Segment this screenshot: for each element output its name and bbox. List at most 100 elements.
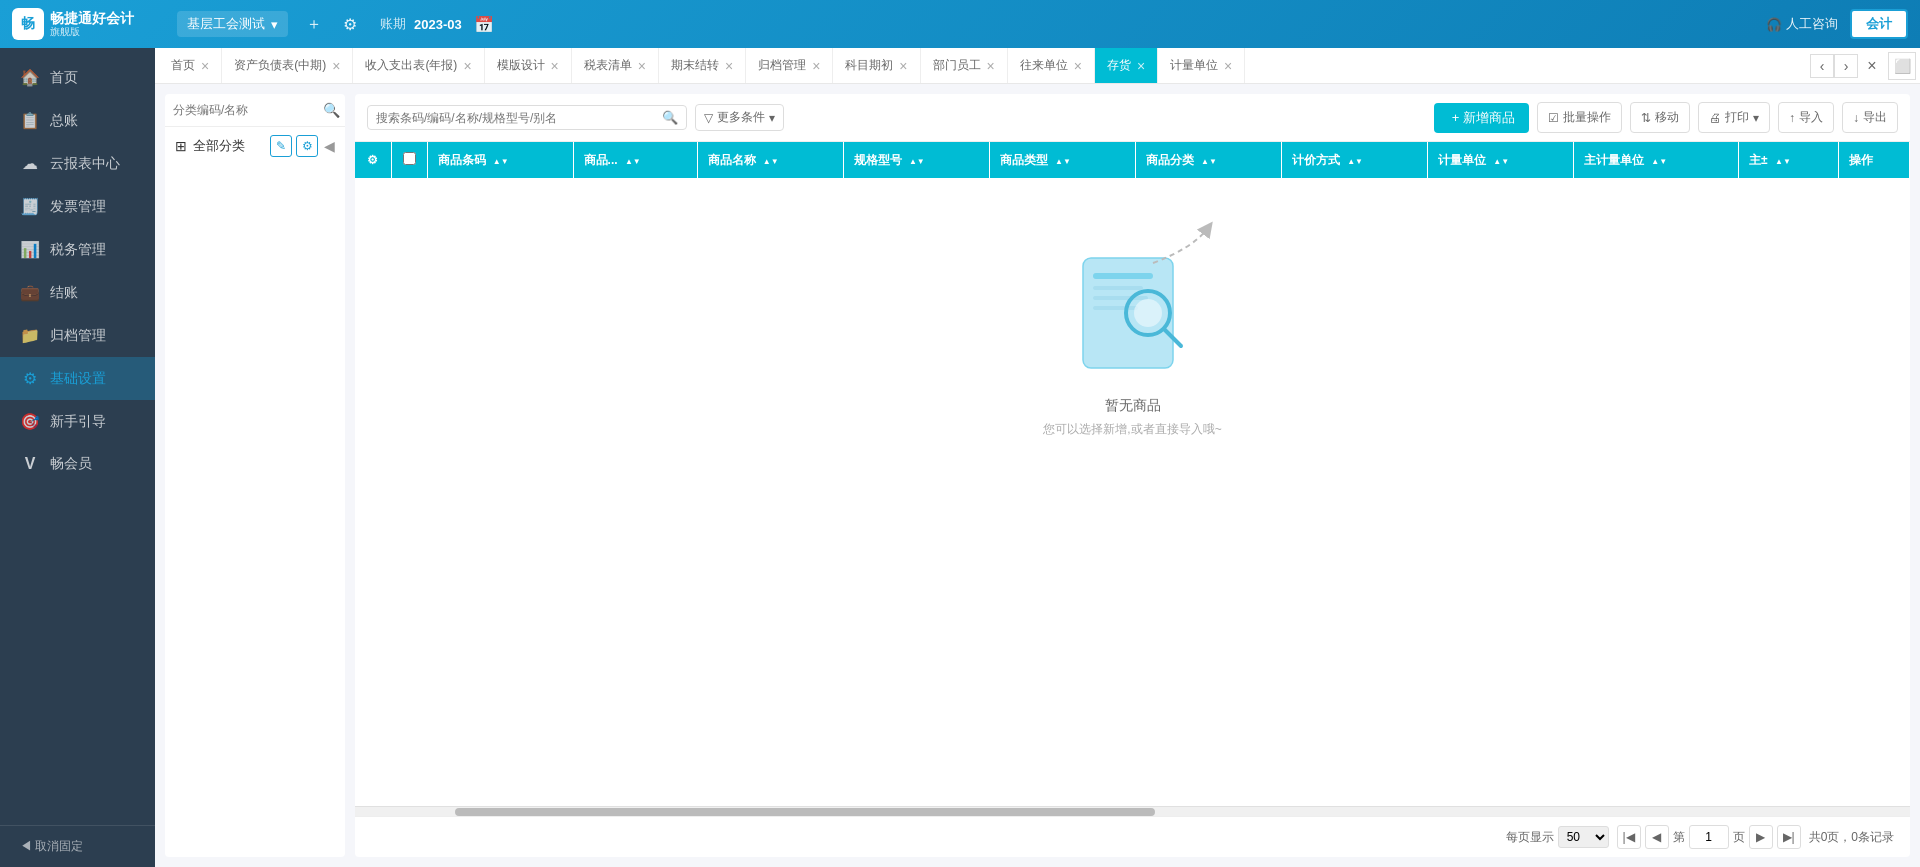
col-label: 主± — [1749, 153, 1768, 167]
sort-icon: ▲▼ — [1347, 157, 1363, 166]
select-all-checkbox[interactable] — [403, 152, 416, 165]
settings-button[interactable]: ⚙ — [336, 10, 364, 38]
col-barcode[interactable]: 商品条码 ▲▼ — [427, 142, 573, 178]
tab-close-icon[interactable]: × — [899, 58, 907, 74]
col-main-plus[interactable]: 主± ▲▼ — [1739, 142, 1838, 178]
tab-subject[interactable]: 科目期初 × — [833, 48, 920, 84]
category-search-input[interactable] — [173, 103, 323, 117]
sidebar-item-home[interactable]: 🏠 首页 — [0, 56, 155, 99]
sidebar-footer: ◀ 取消固定 — [0, 825, 155, 867]
more-filters-button[interactable]: ▽ 更多条件 ▾ — [695, 104, 784, 131]
col-price-method[interactable]: 计价方式 ▲▼ — [1281, 142, 1427, 178]
scroll-thumb[interactable] — [455, 808, 1155, 816]
move-button[interactable]: ⇅ 移动 — [1630, 102, 1690, 133]
col-label: 商品名称 — [708, 153, 756, 167]
tab-inventory[interactable]: 存货 × — [1095, 48, 1158, 84]
category-search-icon[interactable]: 🔍 — [323, 102, 340, 118]
tab-tax-list[interactable]: 税表清单 × — [572, 48, 659, 84]
tab-period-end[interactable]: 期末结转 × — [659, 48, 746, 84]
sidebar-item-cloud-report[interactable]: ☁ 云报表中心 — [0, 142, 155, 185]
page-nav: |◀ ◀ 第 页 ▶ ▶| — [1617, 825, 1801, 849]
page-number-input[interactable] — [1689, 825, 1729, 849]
category-settings-button[interactable]: ⚙ — [296, 135, 318, 157]
table-settings-column[interactable]: ⚙ — [355, 142, 391, 178]
tab-close-icon[interactable]: × — [201, 58, 209, 74]
col-label: 商品类型 — [1000, 153, 1048, 167]
logo-sub: 旗舰版 — [50, 26, 134, 38]
calendar-icon[interactable]: 📅 — [470, 10, 498, 38]
col-code[interactable]: 商品... ▲▼ — [573, 142, 697, 178]
tab-close-icon[interactable]: × — [812, 58, 820, 74]
tab-template[interactable]: 模版设计 × — [485, 48, 572, 84]
unfix-button[interactable]: ◀ 取消固定 — [20, 838, 135, 855]
product-search-input[interactable] — [376, 111, 658, 125]
sort-icon: ▲▼ — [1201, 157, 1217, 166]
move-icon: ⇅ — [1641, 111, 1651, 125]
sidebar-item-invoice[interactable]: 🧾 发票管理 — [0, 185, 155, 228]
tab-dept[interactable]: 部门员工 × — [921, 48, 1008, 84]
tab-income[interactable]: 收入支出表(年报) × — [353, 48, 484, 84]
print-label: 打印 — [1725, 109, 1749, 126]
table-checkbox-column[interactable] — [391, 142, 427, 178]
tab-close-icon[interactable]: × — [1137, 58, 1145, 74]
add-product-button[interactable]: + 新增商品 — [1434, 103, 1529, 133]
col-main-unit[interactable]: 主计量单位 ▲▼ — [1573, 142, 1738, 178]
tab-close-icon[interactable]: × — [332, 58, 340, 74]
tab-prev-button[interactable]: ‹ — [1810, 54, 1834, 78]
sidebar-item-archive[interactable]: 📁 归档管理 — [0, 314, 155, 357]
svg-point-6 — [1134, 299, 1162, 327]
invoice-icon: 🧾 — [20, 197, 40, 216]
sidebar-item-guide[interactable]: 🎯 新手引导 — [0, 400, 155, 443]
col-type[interactable]: 商品类型 ▲▼ — [989, 142, 1135, 178]
col-action: 操作 — [1838, 142, 1909, 178]
category-all-header[interactable]: ⊞ 全部分类 ✎ ⚙ ◀ — [165, 127, 345, 165]
sidebar-item-basic[interactable]: ⚙ 基础设置 — [0, 357, 155, 400]
tab-close-icon[interactable]: × — [987, 58, 995, 74]
prev-page-button[interactable]: ◀ — [1645, 825, 1669, 849]
tab-close-icon[interactable]: × — [725, 58, 733, 74]
category-edit-button[interactable]: ✎ — [270, 135, 292, 157]
print-button[interactable]: 🖨 打印 ▾ — [1698, 102, 1770, 133]
tab-close-all-button[interactable]: × — [1858, 52, 1886, 80]
svg-rect-4 — [1093, 306, 1138, 310]
panel-collapse-button[interactable]: ◀ — [324, 138, 335, 154]
tab-expand-button[interactable]: ⬜ — [1888, 52, 1916, 80]
first-page-button[interactable]: |◀ — [1617, 825, 1641, 849]
col-category[interactable]: 商品分类 ▲▼ — [1135, 142, 1281, 178]
tab-close-icon[interactable]: × — [551, 58, 559, 74]
vip-icon: V — [20, 455, 40, 473]
kuaiji-button[interactable]: 会计 — [1850, 9, 1908, 39]
horizontal-scrollbar[interactable] — [355, 806, 1910, 816]
col-name[interactable]: 商品名称 ▲▼ — [697, 142, 843, 178]
col-unit[interactable]: 计量单位 ▲▼ — [1427, 142, 1573, 178]
tab-archive[interactable]: 归档管理 × — [746, 48, 833, 84]
export-button[interactable]: ↓ 导出 — [1842, 102, 1898, 133]
col-label: 商品... — [584, 153, 618, 167]
batch-operation-button[interactable]: ☑ 批量操作 — [1537, 102, 1622, 133]
page-end-label: 页 — [1733, 829, 1745, 846]
company-selector[interactable]: 基层工会测试 ▾ — [177, 11, 288, 37]
tab-close-icon[interactable]: × — [463, 58, 471, 74]
sidebar-item-tax[interactable]: 📊 税务管理 — [0, 228, 155, 271]
sidebar-item-vip[interactable]: V 畅会员 — [0, 443, 155, 485]
sidebar-item-close[interactable]: 💼 结账 — [0, 271, 155, 314]
sidebar-item-ledger[interactable]: 📋 总账 — [0, 99, 155, 142]
per-page-dropdown[interactable]: 50 10 20 100 — [1558, 826, 1609, 848]
tab-close-icon[interactable]: × — [638, 58, 646, 74]
period-value: 2023-03 — [414, 17, 462, 32]
tab-contacts[interactable]: 往来单位 × — [1008, 48, 1095, 84]
tab-next-button[interactable]: › — [1834, 54, 1858, 78]
last-page-button[interactable]: ▶| — [1777, 825, 1801, 849]
tab-unit[interactable]: 计量单位 × — [1158, 48, 1245, 84]
product-search-icon[interactable]: 🔍 — [662, 110, 678, 125]
next-page-button[interactable]: ▶ — [1749, 825, 1773, 849]
tab-close-icon[interactable]: × — [1224, 58, 1232, 74]
add-tab-button[interactable]: ＋ — [300, 10, 328, 38]
pagination: 每页显示 50 10 20 100 |◀ ◀ 第 页 — [355, 816, 1910, 857]
tab-close-icon[interactable]: × — [1074, 58, 1082, 74]
ai-consult-button[interactable]: 🎧 人工咨询 — [1766, 15, 1838, 33]
import-button[interactable]: ↑ 导入 — [1778, 102, 1834, 133]
col-spec[interactable]: 规格型号 ▲▼ — [843, 142, 989, 178]
tab-balance[interactable]: 资产负债表(中期) × — [222, 48, 353, 84]
tab-home[interactable]: 首页 × — [159, 48, 222, 84]
